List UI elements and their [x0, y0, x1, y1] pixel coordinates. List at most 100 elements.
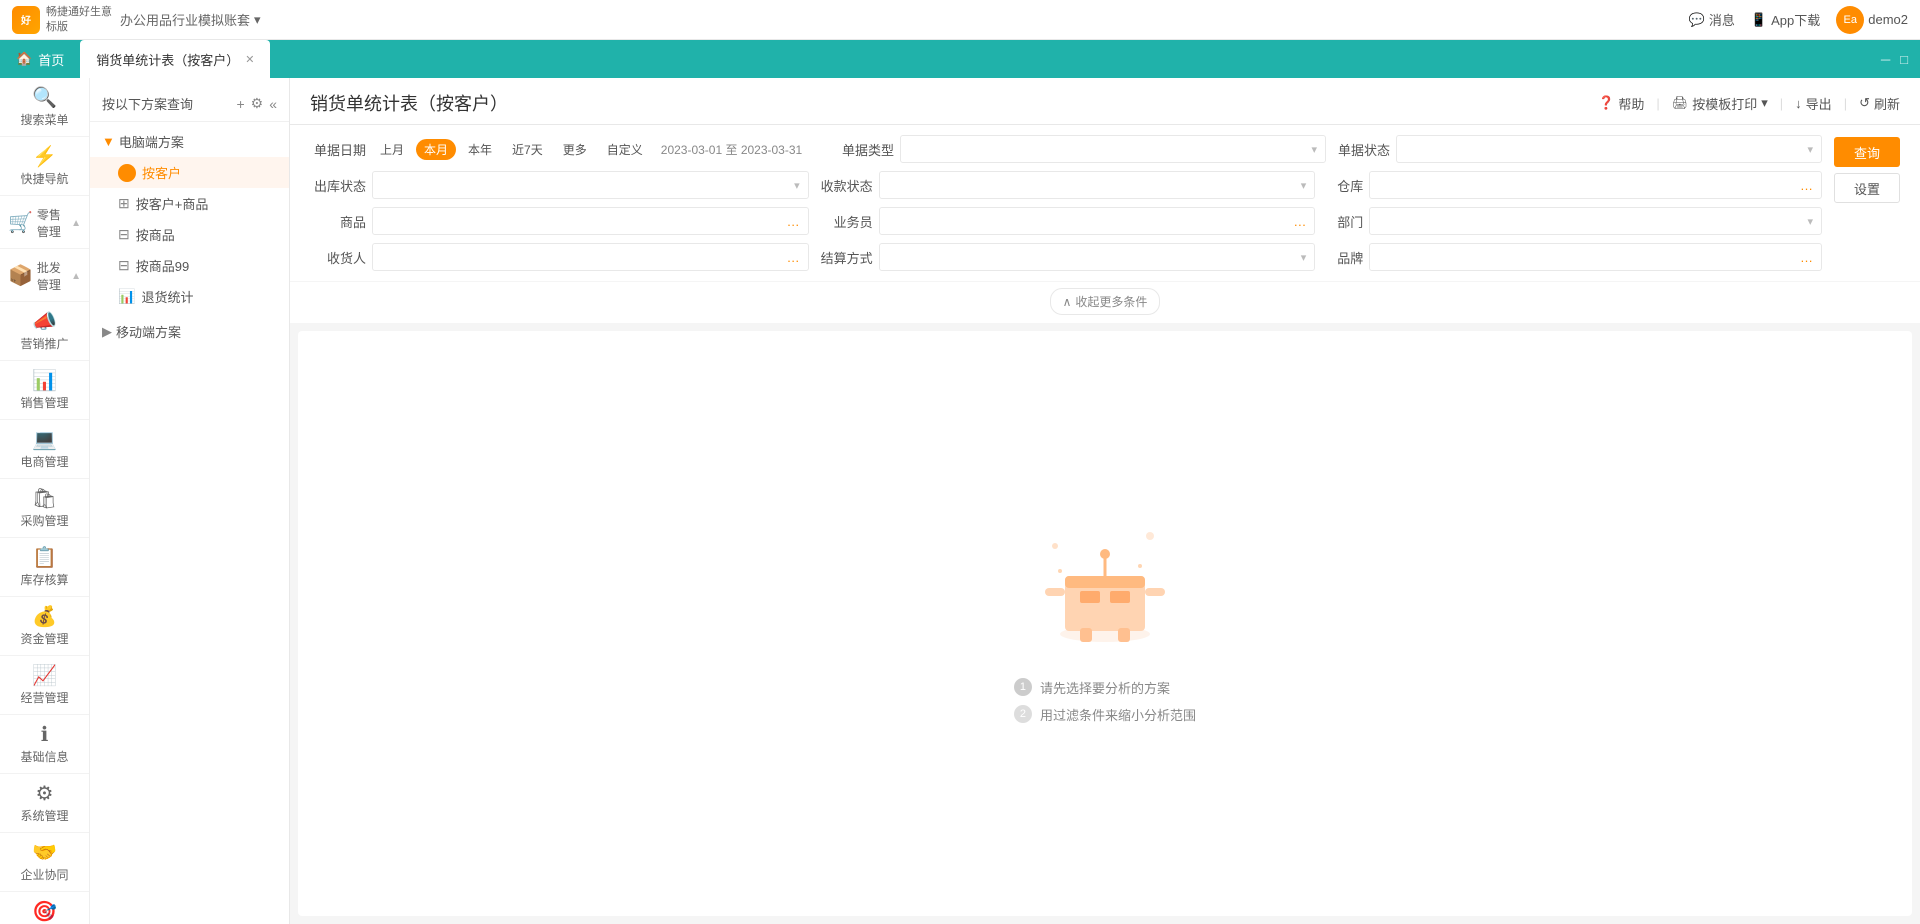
dots-icon-product: … — [787, 214, 800, 229]
sidebar-item-wholesale[interactable]: 📦 批发管理 ▲ — [0, 249, 89, 301]
shortcut-more[interactable]: 更多 — [555, 139, 595, 160]
triangle-icon: ▼ — [102, 134, 115, 149]
shortcut-custom[interactable]: 自定义 — [599, 139, 651, 160]
chevron-down-icon-receipt: ▾ — [1301, 179, 1307, 192]
add-schema-button[interactable]: + — [236, 96, 244, 112]
dots-icon-receiver: … — [787, 250, 800, 265]
brand-input[interactable]: … — [1369, 243, 1822, 271]
schema-group-pc-header[interactable]: ▼ 电脑端方案 — [90, 126, 289, 157]
main-layout: 🔍 搜索菜单 ⚡ 快捷导航 🛒 零售管理 ▲ 📦 批发管理 ▲ 📣 营销推广 — [0, 78, 1920, 924]
logo-icon: 好 — [12, 6, 40, 34]
settings-schema-button[interactable]: ⚙ — [251, 95, 264, 112]
order-type-group: 单据类型 ▾ — [838, 135, 1326, 163]
sidebar-item-business[interactable]: 📈 经营管理 — [0, 656, 89, 715]
sidebar-item-system[interactable]: ⚙ 系统管理 — [0, 774, 89, 833]
collapse-panel-button[interactable]: « — [269, 96, 277, 112]
payment-method-select[interactable]: ▾ — [879, 243, 1316, 271]
tab-bar-actions: － □ — [1867, 50, 1920, 69]
query-button[interactable]: 查询 — [1834, 137, 1900, 167]
date-label: 单据日期 — [310, 140, 366, 159]
product-input[interactable]: … — [372, 207, 809, 235]
sidebar-item-retail[interactable]: 🛒 零售管理 ▲ — [0, 196, 89, 248]
shortcut-this-year[interactable]: 本年 — [460, 139, 500, 160]
schema-group-mobile-header[interactable]: ▶ 移动端方案 — [90, 316, 289, 347]
sidebar-item-inventory[interactable]: 📋 库存核算 — [0, 538, 89, 597]
minimize-button[interactable]: － — [1879, 50, 1892, 69]
salesperson-input[interactable]: … — [879, 207, 1316, 235]
chevron-down-icon-dept: ▾ — [1807, 215, 1813, 228]
basic-icon: ℹ — [41, 725, 49, 745]
warehouse-input[interactable]: … — [1369, 171, 1822, 199]
help-button[interactable]: ❓ 帮助 — [1598, 94, 1644, 113]
collapse-up-icon: ∧ — [1063, 295, 1072, 309]
sidebar-item-marketing[interactable]: 📣 营销推广 — [0, 302, 89, 361]
collapse-button[interactable]: ∧ 收起更多条件 — [1050, 288, 1161, 315]
date-range: 2023-03-01 至 2023-03-31 — [661, 141, 802, 158]
page-actions: ❓ 帮助 | 🖨 按模板打印 ▾ | ↓ 导出 | ↺ 刷新 — [1598, 94, 1900, 113]
sidebar-item-basic[interactable]: ℹ 基础信息 — [0, 715, 89, 774]
sidebar-item-purchase[interactable]: 🛍 采购管理 — [0, 479, 89, 538]
shortcut-7days[interactable]: 近7天 — [504, 139, 551, 160]
chevron-icon-2: ▲ — [71, 271, 81, 282]
shortcut-this-month[interactable]: 本月 — [416, 139, 456, 160]
download-icon: 📱 — [1751, 12, 1767, 28]
search-icon: 🔍 — [32, 88, 57, 108]
empty-svg — [1035, 516, 1175, 646]
bar-chart-icon: 📊 — [118, 288, 135, 305]
sidebar-item-ecommerce[interactable]: 💻 电商管理 — [0, 420, 89, 479]
table-icon: ⊟ — [118, 226, 130, 243]
filter-section: 单据日期 上月 本月 本年 近7天 更多 自定义 2023-03-01 至 20… — [290, 125, 1920, 323]
order-type-select[interactable]: ▾ — [900, 135, 1326, 163]
wholesale-icon: 📦 — [8, 266, 33, 286]
sidebar-item-enterprise[interactable]: 🤝 企业协同 — [0, 833, 89, 892]
export-icon: ↓ — [1795, 96, 1802, 111]
shortcut-last-month[interactable]: 上月 — [372, 139, 412, 160]
schema-item-by-customer-product[interactable]: ⊞ 按客户+商品 — [90, 188, 289, 219]
dots-icon-brand: … — [1800, 250, 1813, 265]
receiver-input[interactable]: … — [372, 243, 809, 271]
sidebar-item-finance[interactable]: 💰 资金管理 — [0, 597, 89, 656]
settings-button[interactable]: 设置 — [1834, 173, 1900, 203]
refresh-button[interactable]: ↺ 刷新 — [1859, 94, 1900, 113]
tab-close-icon[interactable]: ✕ — [245, 53, 254, 66]
schema-item-by-product-99[interactable]: ⊟ 按商品99 — [90, 250, 289, 281]
ecommerce-icon: 💻 — [32, 430, 57, 450]
sidebar-item-newuser[interactable]: 🎯 新手引导 — [0, 892, 89, 924]
sidebar-group-wholesale: 📦 批发管理 ▲ — [0, 249, 89, 302]
order-status-group: 单据状态 ▾ — [1334, 135, 1822, 163]
enterprise-icon: 🤝 — [32, 843, 57, 863]
chevron-down-icon-ordertype: ▾ — [1311, 143, 1317, 156]
sidebar-item-search[interactable]: 🔍 搜索菜单 — [0, 78, 89, 137]
logo-text: 畅捷通好生意 标版 — [46, 5, 112, 34]
chevron-down-icon-orderstatus: ▾ — [1807, 143, 1813, 156]
sidebar-item-sales[interactable]: 📊 销售管理 — [0, 361, 89, 420]
message-button[interactable]: 💬 消息 — [1689, 10, 1735, 29]
page-title: 销货单统计表（按客户） — [310, 90, 508, 116]
sidebar-item-quick-nav[interactable]: ⚡ 快捷导航 — [0, 137, 89, 196]
business-icon: 📈 — [32, 666, 57, 686]
maximize-button[interactable]: □ — [1900, 52, 1908, 67]
chevron-down-icon-payment: ▾ — [1301, 251, 1307, 264]
schema-group-pc: ▼ 电脑端方案 按客户 ⊞ 按客户+商品 ⊟ 按商品 ⊟ 按商品99 📊 退货统 — [90, 126, 289, 312]
user-menu[interactable]: Ea demo2 — [1836, 6, 1908, 34]
order-status-select[interactable]: ▾ — [1396, 135, 1822, 163]
out-status-select[interactable]: ▾ — [372, 171, 809, 199]
app-selector[interactable]: 办公用品行业模拟账套 ▾ — [120, 10, 261, 29]
print-button[interactable]: 🖨 按模板打印 ▾ — [1672, 94, 1768, 113]
department-select[interactable]: ▾ — [1369, 207, 1822, 235]
export-button[interactable]: ↓ 导出 — [1795, 94, 1832, 113]
top-bar-right: 💬 消息 📱 App下载 Ea demo2 — [1689, 6, 1908, 34]
top-bar: 好 畅捷通好生意 标版 办公用品行业模拟账套 ▾ 💬 消息 📱 App下载 Ea… — [0, 0, 1920, 40]
out-status-group: 出库状态 ▾ — [310, 171, 809, 199]
receipt-status-select[interactable]: ▾ — [879, 171, 1316, 199]
dots-icon-warehouse: … — [1800, 178, 1813, 193]
tab-home[interactable]: 🏠 首页 — [0, 40, 80, 78]
salesperson-label: 业务员 — [817, 212, 873, 231]
chevron-down-icon: ▾ — [254, 12, 261, 28]
schema-item-return-stat[interactable]: 📊 退货统计 — [90, 281, 289, 312]
app-download-button[interactable]: 📱 App下载 — [1751, 10, 1820, 29]
order-type-label: 单据类型 — [838, 140, 894, 159]
schema-item-by-product[interactable]: ⊟ 按商品 — [90, 219, 289, 250]
tab-sales-stat[interactable]: 销货单统计表（按客户） ✕ — [80, 40, 270, 78]
schema-item-by-customer[interactable]: 按客户 — [90, 157, 289, 188]
